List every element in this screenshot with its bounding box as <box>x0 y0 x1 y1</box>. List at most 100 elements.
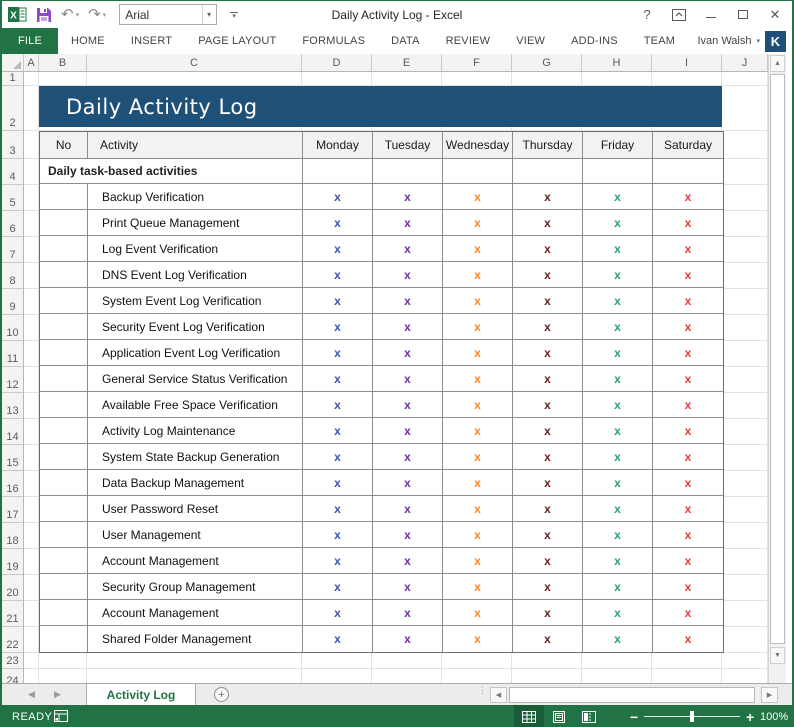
mark-cell-monday[interactable]: x <box>303 548 373 574</box>
activity-name-cell[interactable]: Security Group Management <box>88 574 303 600</box>
no-cell[interactable] <box>40 210 88 236</box>
mark-cell-friday[interactable]: x <box>583 236 653 262</box>
row-header-24[interactable]: 24 <box>2 669 23 683</box>
mark-cell-thursday[interactable]: x <box>513 418 583 444</box>
minimize-button[interactable] <box>698 4 724 26</box>
row-header-20[interactable]: 20 <box>2 575 23 601</box>
mark-cell-wednesday[interactable]: x <box>443 444 513 470</box>
column-header-a[interactable]: A <box>24 54 39 71</box>
mark-cell-thursday[interactable]: x <box>513 314 583 340</box>
mark-cell-wednesday[interactable]: x <box>443 548 513 574</box>
mark-cell-thursday[interactable]: x <box>513 626 583 652</box>
header-cell-activity[interactable]: Activity <box>88 132 303 159</box>
mark-cell-thursday[interactable]: x <box>513 496 583 522</box>
section-empty-cell-3[interactable] <box>443 159 513 184</box>
column-header-e[interactable]: E <box>372 54 442 71</box>
mark-cell-monday[interactable]: x <box>303 470 373 496</box>
no-cell[interactable] <box>40 574 88 600</box>
mark-cell-monday[interactable]: x <box>303 210 373 236</box>
mark-cell-tuesday[interactable]: x <box>373 548 443 574</box>
activity-name-cell[interactable]: Print Queue Management <box>88 210 303 236</box>
no-cell[interactable] <box>40 392 88 418</box>
no-cell[interactable] <box>40 340 88 366</box>
mark-cell-wednesday[interactable]: x <box>443 236 513 262</box>
redo-dropdown-icon[interactable]: ▾ <box>103 11 107 19</box>
mark-cell-saturday[interactable]: x <box>653 470 723 496</box>
activity-name-cell[interactable]: Log Event Verification <box>88 236 303 262</box>
mark-cell-saturday[interactable]: x <box>653 496 723 522</box>
activity-name-cell[interactable]: Security Event Log Verification <box>88 314 303 340</box>
no-cell[interactable] <box>40 444 88 470</box>
activity-name-cell[interactable]: System Event Log Verification <box>88 288 303 314</box>
row-header-1[interactable]: 1 <box>2 72 23 86</box>
row-header-16[interactable]: 16 <box>2 471 23 497</box>
mark-cell-monday[interactable]: x <box>303 418 373 444</box>
zoom-level[interactable]: 100% <box>760 705 788 727</box>
mark-cell-friday[interactable]: x <box>583 574 653 600</box>
ribbon-tab-add-ins[interactable]: ADD-INS <box>558 28 631 54</box>
no-cell[interactable] <box>40 470 88 496</box>
mark-cell-wednesday[interactable]: x <box>443 418 513 444</box>
mark-cell-thursday[interactable]: x <box>513 366 583 392</box>
ribbon-tab-team[interactable]: TEAM <box>631 28 688 54</box>
tab-split-handle[interactable]: ⋮ <box>478 686 487 695</box>
activity-name-cell[interactable]: Backup Verification <box>88 184 303 210</box>
activity-name-cell[interactable]: User Password Reset <box>88 496 303 522</box>
ribbon-tab-review[interactable]: REVIEW <box>433 28 504 54</box>
no-cell[interactable] <box>40 288 88 314</box>
column-header-h[interactable]: H <box>582 54 652 71</box>
ribbon-tab-insert[interactable]: INSERT <box>118 28 185 54</box>
row-header-13[interactable]: 13 <box>2 393 23 419</box>
column-header-c[interactable]: C <box>87 54 302 71</box>
mark-cell-wednesday[interactable]: x <box>443 626 513 652</box>
scroll-right-button[interactable]: ▶ <box>761 687 778 703</box>
mark-cell-friday[interactable]: x <box>583 392 653 418</box>
column-header-i[interactable]: I <box>652 54 722 71</box>
mark-cell-saturday[interactable]: x <box>653 262 723 288</box>
mark-cell-tuesday[interactable]: x <box>373 314 443 340</box>
mark-cell-monday[interactable]: x <box>303 626 373 652</box>
mark-cell-tuesday[interactable]: x <box>373 600 443 626</box>
mark-cell-tuesday[interactable]: x <box>373 340 443 366</box>
no-cell[interactable] <box>40 314 88 340</box>
mark-cell-thursday[interactable]: x <box>513 548 583 574</box>
worksheet-title-band[interactable]: Daily Activity Log <box>39 86 722 127</box>
column-header-d[interactable]: D <box>302 54 372 71</box>
mark-cell-thursday[interactable]: x <box>513 444 583 470</box>
mark-cell-wednesday[interactable]: x <box>443 470 513 496</box>
mark-cell-wednesday[interactable]: x <box>443 184 513 210</box>
no-cell[interactable] <box>40 366 88 392</box>
mark-cell-saturday[interactable]: x <box>653 444 723 470</box>
mark-cell-friday[interactable]: x <box>583 600 653 626</box>
scroll-down-button[interactable]: ▼ <box>770 647 785 664</box>
row-header-11[interactable]: 11 <box>2 341 23 367</box>
redo-button[interactable]: ↷ ▾ <box>88 7 106 22</box>
mark-cell-monday[interactable]: x <box>303 314 373 340</box>
no-cell[interactable] <box>40 236 88 262</box>
horizontal-scrollbar[interactable] <box>509 687 759 703</box>
ribbon-tab-view[interactable]: VIEW <box>503 28 558 54</box>
activity-name-cell[interactable]: User Management <box>88 522 303 548</box>
ribbon-tab-home[interactable]: HOME <box>58 28 118 54</box>
mark-cell-monday[interactable]: x <box>303 340 373 366</box>
row-header-17[interactable]: 17 <box>2 497 23 523</box>
row-header-22[interactable]: 22 <box>2 627 23 653</box>
mark-cell-friday[interactable]: x <box>583 548 653 574</box>
undo-dropdown-icon[interactable]: ▾ <box>76 11 80 19</box>
no-cell[interactable] <box>40 496 88 522</box>
mark-cell-tuesday[interactable]: x <box>373 392 443 418</box>
vertical-scroll-thumb[interactable] <box>770 74 785 644</box>
undo-button[interactable]: ↶ ▾ <box>61 7 79 22</box>
mark-cell-wednesday[interactable]: x <box>443 262 513 288</box>
column-header-g[interactable]: G <box>512 54 582 71</box>
mark-cell-tuesday[interactable]: x <box>373 288 443 314</box>
mark-cell-thursday[interactable]: x <box>513 184 583 210</box>
mark-cell-saturday[interactable]: x <box>653 574 723 600</box>
mark-cell-tuesday[interactable]: x <box>373 496 443 522</box>
mark-cell-monday[interactable]: x <box>303 496 373 522</box>
ribbon-tab-page-layout[interactable]: PAGE LAYOUT <box>185 28 289 54</box>
column-header-b[interactable]: B <box>39 54 87 71</box>
mark-cell-saturday[interactable]: x <box>653 522 723 548</box>
mark-cell-wednesday[interactable]: x <box>443 522 513 548</box>
mark-cell-thursday[interactable]: x <box>513 470 583 496</box>
